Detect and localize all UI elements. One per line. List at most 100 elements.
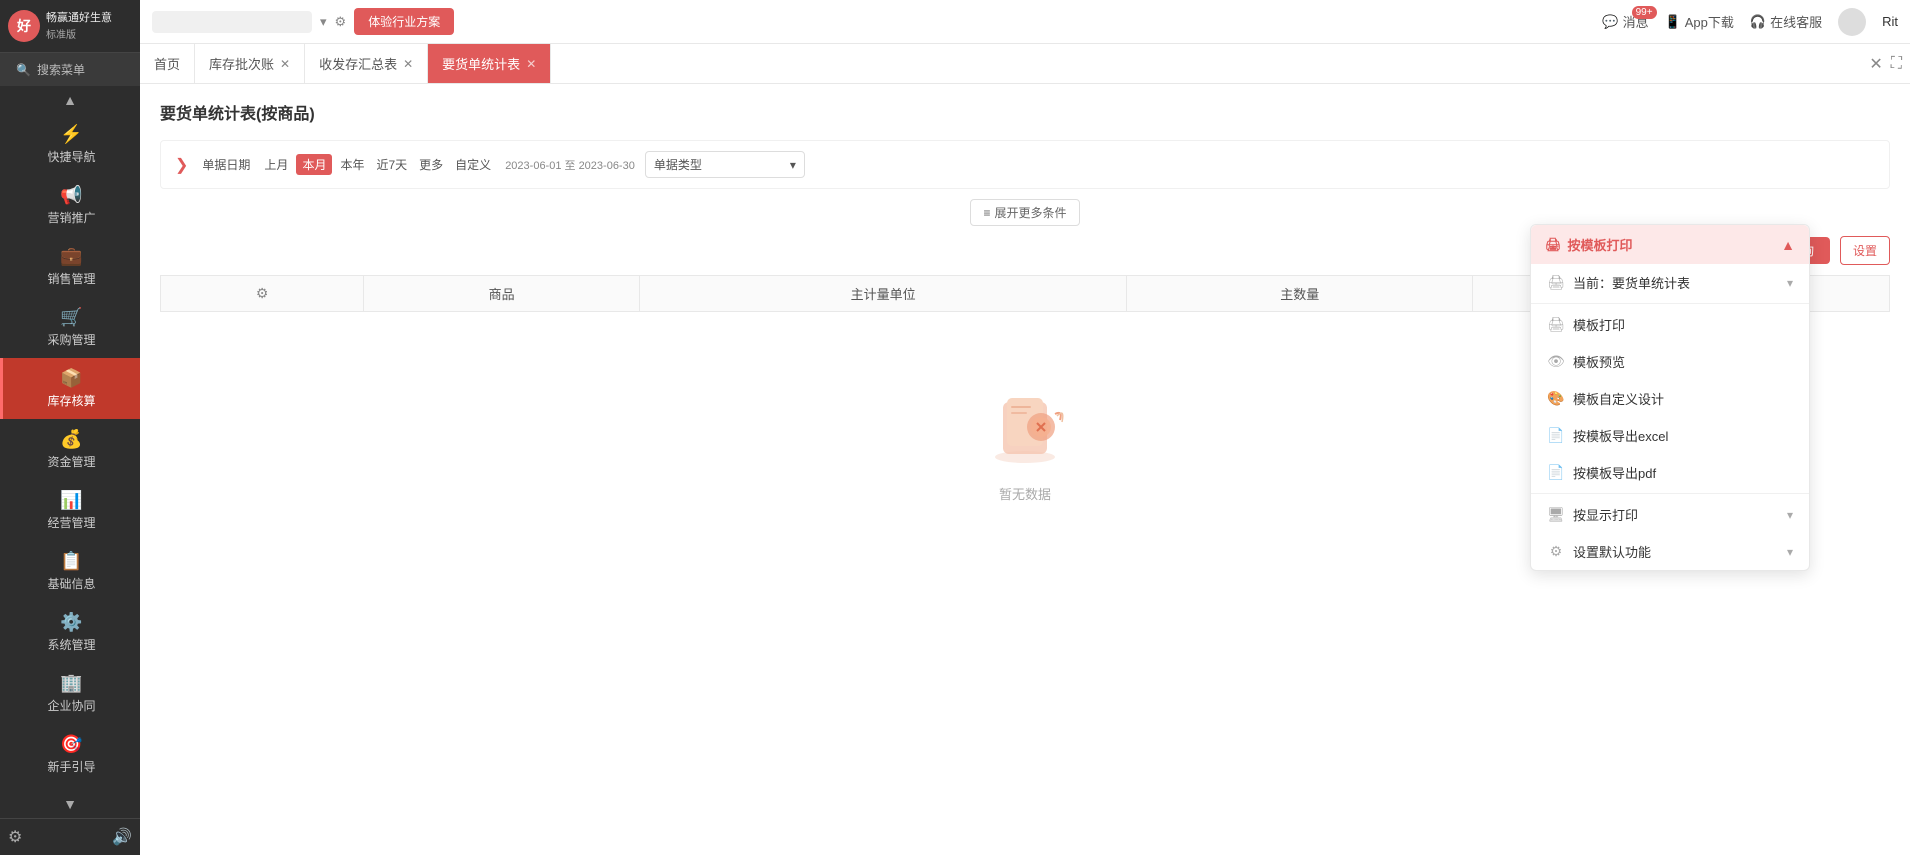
dropdown-export-pdf[interactable]: 📄 按模板导出pdf — [1531, 454, 1809, 491]
topbar-right: 💬 消息 99+ 📱 App下载 🎧 在线客服 Rit — [1602, 8, 1898, 36]
sidebar-item-inventory[interactable]: 📦 库存核算 — [0, 358, 140, 419]
filter-expand-btn[interactable]: ❯ — [171, 155, 192, 175]
sidebar-item-quick-nav[interactable]: ⚡ 快捷导航 — [0, 114, 140, 175]
online-service-btn[interactable]: 🎧 在线客服 — [1750, 12, 1822, 31]
sidebar-bottom: ⚙ 🔊 — [0, 818, 140, 855]
topbar-gear-icon[interactable]: ⚙ — [335, 14, 347, 30]
tab-order-stats[interactable]: 要货单统计表 ✕ — [428, 44, 551, 83]
date-btn-custom[interactable]: 自定义 — [451, 154, 495, 175]
tab-inventory-batch[interactable]: 库存批次账 ✕ — [195, 44, 305, 83]
dropdown-template-print[interactable]: 🖨 模板打印 — [1531, 306, 1809, 343]
template-print-label: 模板打印 — [1573, 315, 1625, 334]
tab-receipt-summary[interactable]: 收发存汇总表 ✕ — [305, 44, 428, 83]
quick-nav-icon: ⚡ — [60, 124, 82, 145]
dropdown-default-func[interactable]: ⚙ 设置默认功能 ▾ — [1531, 533, 1809, 570]
export-excel-label: 按模板导出excel — [1573, 426, 1668, 445]
sidebar-label: 系统管理 — [47, 636, 95, 653]
tab-receipt-summary-close[interactable]: ✕ — [403, 57, 413, 71]
tab-home[interactable]: 首页 — [140, 44, 195, 83]
topbar-dropdown-icon[interactable]: ▾ — [320, 14, 327, 30]
topbar: ▾ ⚙ 体验行业方案 💬 消息 99+ 📱 App下载 🎧 在线客服 Rit — [140, 0, 1910, 44]
type-filter-select[interactable]: 单据类型 ▾ — [645, 151, 805, 178]
sidebar-label: 资金管理 — [47, 453, 95, 470]
current-item-arrow: ▾ — [1787, 276, 1793, 290]
search-label: 搜索菜单 — [37, 61, 85, 78]
username: Rit — [1882, 14, 1898, 29]
template-preview-label: 模板预览 — [1573, 352, 1625, 371]
app-download-icon: 📱 — [1665, 14, 1681, 30]
tab-order-stats-label: 要货单统计表 — [442, 54, 520, 73]
divider-2 — [1531, 493, 1809, 494]
dropdown-current-item[interactable]: 🖨 当前：要货单统计表 ▾ — [1531, 264, 1809, 301]
sidebar-item-system[interactable]: ⚙️ 系统管理 — [0, 602, 140, 663]
expand-more-label: 展开更多条件 — [995, 204, 1067, 221]
date-btn-last-month[interactable]: 上月 — [260, 154, 292, 175]
sidebar-item-operation[interactable]: 📊 经营管理 — [0, 480, 140, 541]
print-dropdown-header: 🖨 按模板打印 ▲ — [1531, 225, 1809, 264]
date-btn-this-month[interactable]: 本月 — [296, 154, 332, 175]
messages-btn[interactable]: 💬 消息 99+ — [1602, 12, 1648, 31]
speaker-icon[interactable]: 🔊 — [112, 827, 132, 847]
sidebar-logo: 好 畅赢通好生意 标准版 — [0, 0, 140, 53]
tab-window-controls: ✕ ⛶ — [1869, 54, 1902, 74]
template-design-icon: 🎨 — [1547, 390, 1565, 407]
tab-receipt-summary-label: 收发存汇总表 — [319, 54, 397, 73]
scroll-up-btn[interactable]: ▲ — [0, 88, 140, 112]
sidebar-item-marketing[interactable]: 📢 营销推广 — [0, 175, 140, 236]
tab-close-all-btn[interactable]: ✕ — [1869, 54, 1882, 74]
date-btn-this-year[interactable]: 本年 — [336, 154, 368, 175]
sidebar-label: 新手引导 — [47, 758, 95, 775]
expand-more-btn[interactable]: ≡ 展开更多条件 — [970, 199, 1079, 226]
default-func-arrow: ▾ — [1787, 545, 1793, 559]
dropdown-export-excel[interactable]: 📄 按模板导出excel — [1531, 417, 1809, 454]
sidebar-item-sales[interactable]: 💼 销售管理 — [0, 236, 140, 297]
display-print-arrow: ▾ — [1787, 508, 1793, 522]
sidebar-search[interactable]: 🔍 搜索菜单 — [0, 53, 140, 86]
sidebar-label: 经营管理 — [47, 514, 95, 531]
tab-inventory-batch-close[interactable]: ✕ — [280, 57, 290, 71]
type-filter-label: 单据类型 — [654, 156, 702, 173]
display-print-left: 🖥 按显示打印 — [1547, 505, 1638, 524]
purchase-icon: 🛒 — [60, 307, 82, 328]
date-btn-more[interactable]: 更多 — [415, 154, 447, 175]
sidebar-item-finance[interactable]: 💰 资金管理 — [0, 419, 140, 480]
default-func-icon: ⚙ — [1547, 543, 1565, 560]
current-item-left: 🖨 当前：要货单统计表 — [1547, 273, 1690, 292]
dropdown-close-chevron[interactable]: ▲ — [1781, 237, 1795, 253]
sidebar-item-basic[interactable]: 📋 基础信息 — [0, 541, 140, 602]
app-download-btn[interactable]: 📱 App下载 — [1665, 12, 1734, 31]
settings-bottom-icon[interactable]: ⚙ — [8, 827, 22, 847]
dropdown-template-preview[interactable]: 👁 模板预览 — [1531, 343, 1809, 380]
tab-inventory-batch-label: 库存批次账 — [209, 54, 274, 73]
sidebar-nav: ⚡ 快捷导航 📢 营销推广 💼 销售管理 🛒 采购管理 📦 库存核算 💰 资金管… — [0, 114, 140, 790]
sidebar-item-enterprise[interactable]: 🏢 企业协同 — [0, 663, 140, 724]
settings-btn[interactable]: 设置 — [1840, 236, 1890, 265]
export-pdf-label: 按模板导出pdf — [1573, 463, 1656, 482]
date-btn-7days[interactable]: 近7天 — [372, 154, 411, 175]
experience-btn[interactable]: 体验行业方案 — [354, 8, 454, 35]
template-print-icon: 🖨 — [1547, 316, 1565, 333]
guide-icon: 🎯 — [60, 734, 82, 755]
table-col-settings[interactable]: ⚙ — [161, 276, 364, 312]
display-print-label: 按显示打印 — [1573, 505, 1638, 524]
inventory-icon: 📦 — [60, 368, 82, 389]
sidebar-item-guide[interactable]: 🎯 新手引导 — [0, 724, 140, 785]
sales-icon: 💼 — [60, 246, 82, 267]
topbar-search-input[interactable] — [152, 11, 312, 33]
user-avatar[interactable] — [1838, 8, 1866, 36]
template-preview-icon: 👁 — [1547, 353, 1565, 370]
basic-icon: 📋 — [60, 551, 82, 572]
dropdown-template-design[interactable]: 🎨 模板自定义设计 — [1531, 380, 1809, 417]
type-filter-chevron: ▾ — [790, 158, 796, 172]
current-item-icon: 🖨 — [1547, 274, 1565, 291]
dropdown-display-print[interactable]: 🖥 按显示打印 ▾ — [1531, 496, 1809, 533]
print-dropdown: 🖨 按模板打印 ▲ 🖨 当前：要货单统计表 ▾ 🖨 模板打印 👁 模板预览 — [1530, 224, 1810, 571]
headset-icon: 🎧 — [1750, 14, 1766, 30]
tab-order-stats-close[interactable]: ✕ — [526, 57, 536, 71]
scroll-down-btn[interactable]: ▼ — [0, 792, 140, 816]
sidebar-label: 营销推广 — [47, 209, 95, 226]
sidebar-item-purchase[interactable]: 🛒 采购管理 — [0, 297, 140, 358]
table-settings-btn[interactable]: ⚙ — [256, 285, 269, 302]
print-dropdown-title-left: 🖨 按模板打印 — [1545, 235, 1633, 254]
tab-maximize-btn[interactable]: ⛶ — [1891, 54, 1902, 74]
